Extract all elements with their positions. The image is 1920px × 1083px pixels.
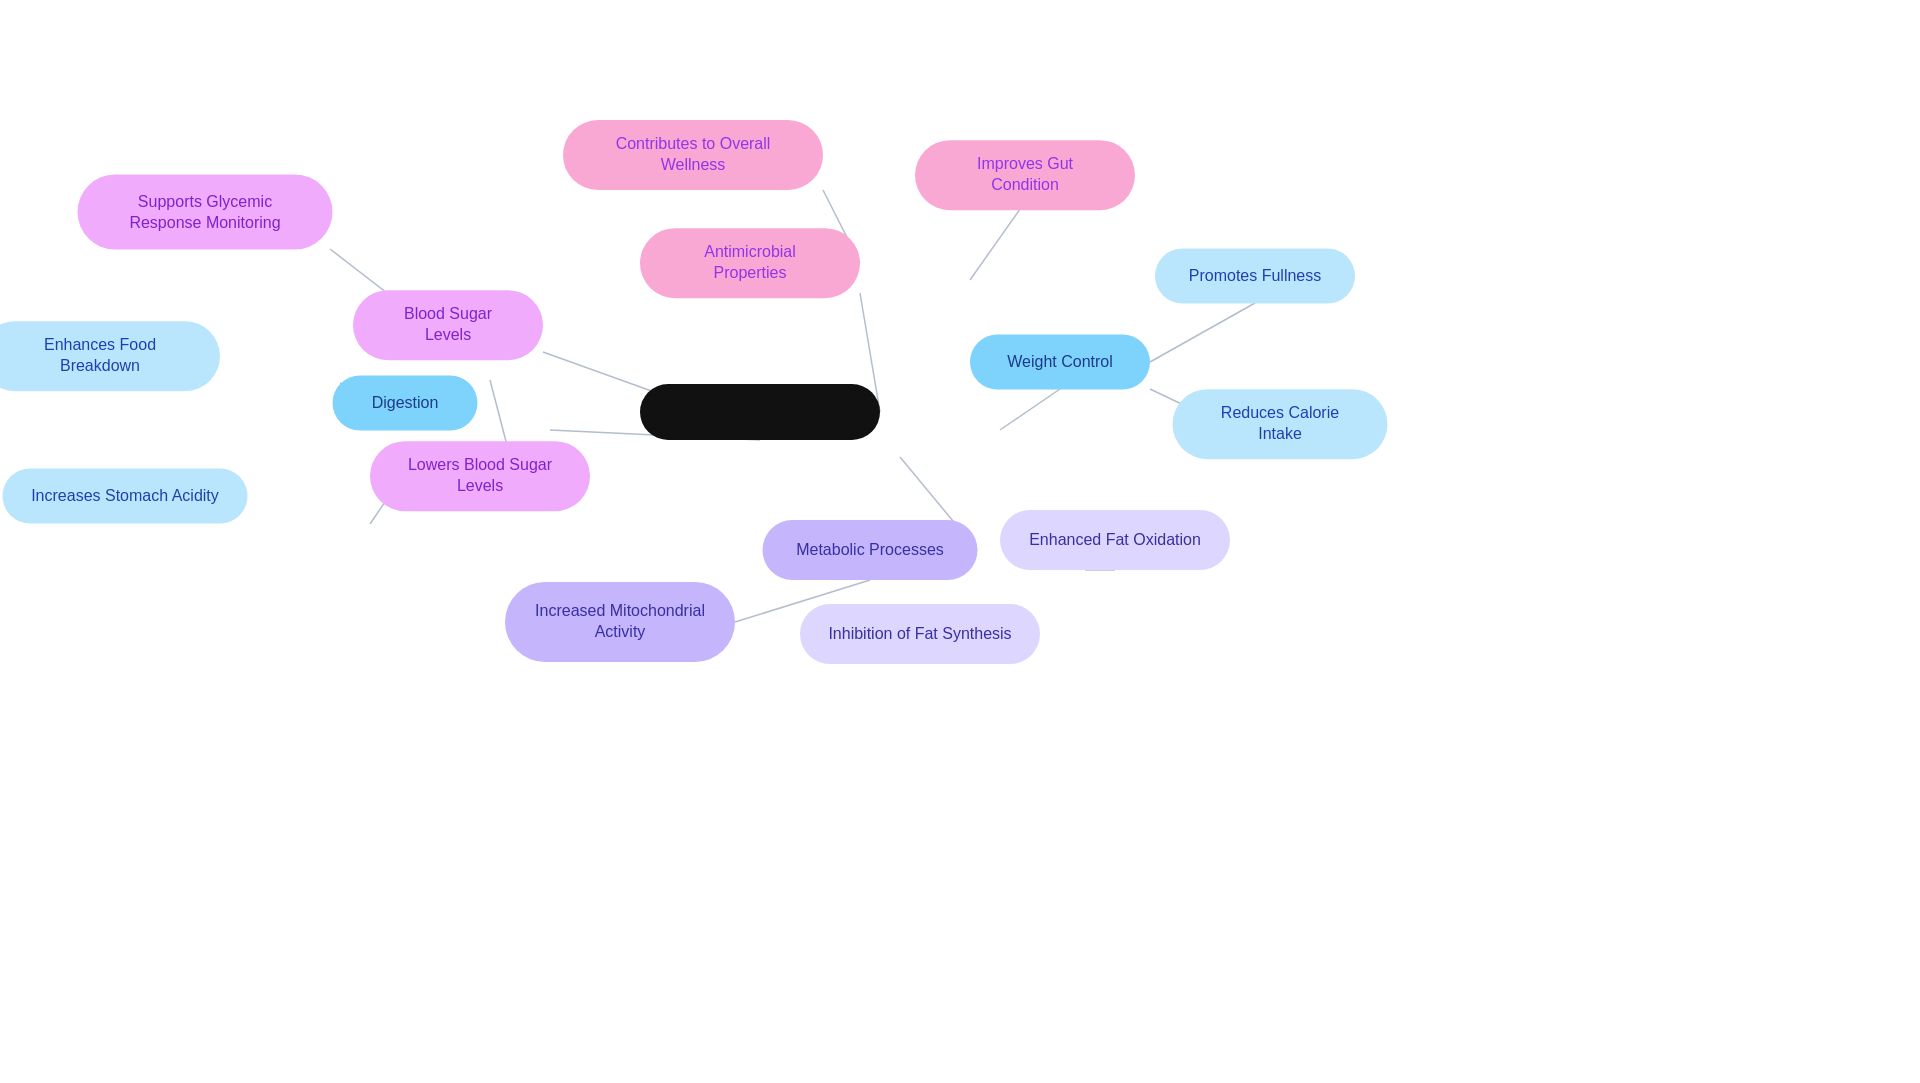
overall-wellness-node[interactable]: Contributes to Overall Wellness (563, 120, 823, 190)
blood-sugar-levels-node[interactable]: Blood Sugar Levels (353, 290, 543, 360)
increased-mito-node[interactable]: Increased Mitochondrial Activity (505, 582, 735, 662)
supports-glycemic-node[interactable]: Supports Glycemic Response Monitoring (78, 175, 333, 250)
svg-line-9 (1000, 389, 1060, 430)
weight-control-node[interactable]: Weight Control (970, 335, 1150, 390)
promotes-fullness-node[interactable]: Promotes Fullness (1155, 249, 1355, 304)
increases-stomach-node[interactable]: Increases Stomach Acidity (3, 469, 248, 524)
svg-line-2 (970, 202, 1025, 280)
antimicrobial-node[interactable]: Antimicrobial Properties (640, 228, 860, 298)
lowers-blood-sugar-node[interactable]: Lowers Blood Sugar Levels (370, 441, 590, 511)
enhanced-fat-oxidation-node[interactable]: Enhanced Fat Oxidation (1000, 510, 1230, 570)
metabolic-processes-node[interactable]: Metabolic Processes (763, 520, 978, 580)
inhibition-fat-node[interactable]: Inhibition of Fat Synthesis (800, 604, 1040, 664)
center-node[interactable] (640, 384, 880, 440)
digestion-node[interactable]: Digestion (333, 376, 478, 431)
improves-gut-node[interactable]: Improves Gut Condition (915, 140, 1135, 210)
svg-line-10 (1150, 303, 1255, 362)
reduces-calorie-node[interactable]: Reduces Calorie Intake (1173, 389, 1388, 459)
enhances-food-node[interactable]: Enhances Food Breakdown (0, 321, 220, 391)
